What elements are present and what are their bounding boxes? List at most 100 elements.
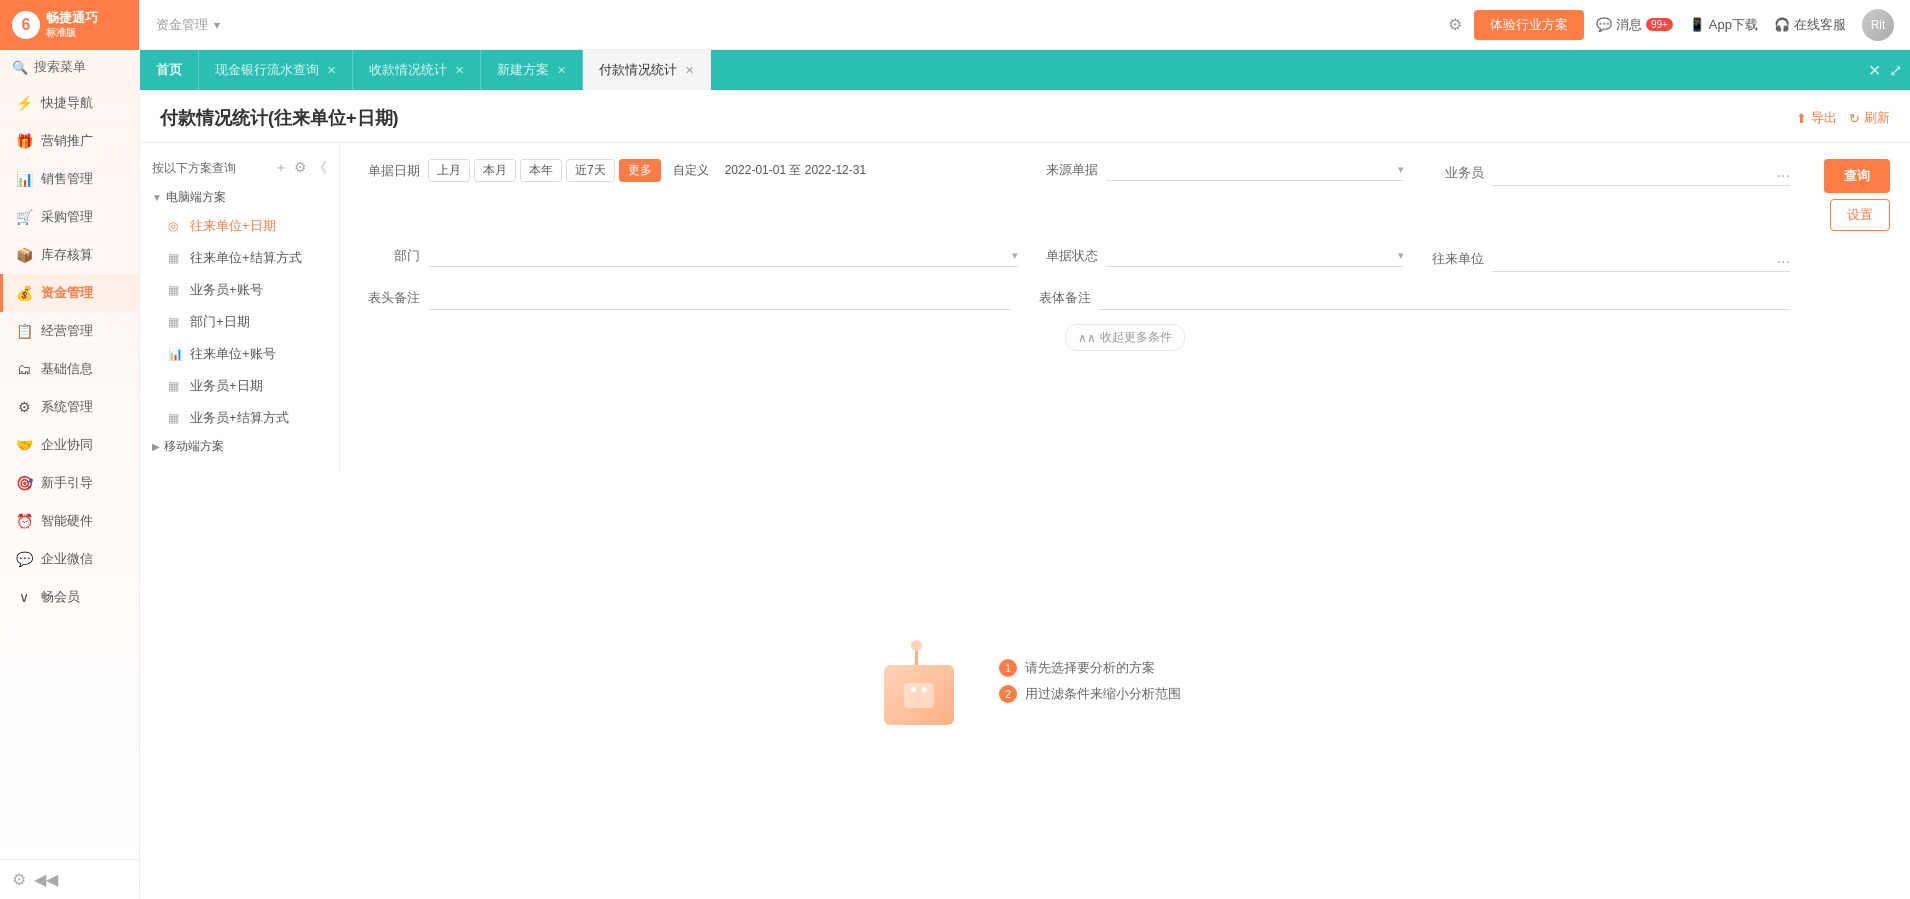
filter-row-2: 部门 ▾ 单据状态 ▾ 往来单位	[360, 245, 1890, 272]
sidebar-item-label: 智能硬件	[41, 512, 93, 530]
weixin-icon: 💬	[15, 551, 33, 567]
doc-status-label: 单据状态	[1038, 247, 1098, 265]
tab-receivable[interactable]: 收款情况统计 ✕	[353, 50, 481, 90]
scheme-item-3[interactable]: ▦ 部门+日期	[140, 306, 339, 338]
export-icon: ⬆	[1796, 111, 1807, 126]
sidebar-item-member[interactable]: ∨ 畅会员	[0, 578, 139, 616]
scheme-item-icon-0: ◎	[168, 219, 184, 233]
empty-hints: 1 请先选择要分析的方案 2 用过滤条件来缩小分析范围	[999, 659, 1181, 711]
sidebar-item-weixin[interactable]: 💬 企业微信	[0, 540, 139, 578]
sidebar-item-label: 企业微信	[41, 550, 93, 568]
sidebar-item-stock[interactable]: 📦 库存核算	[0, 236, 139, 274]
tab-receivable-close-icon[interactable]: ✕	[455, 64, 464, 77]
table-header-note-input[interactable]	[428, 286, 1011, 310]
online-service-btn[interactable]: 🎧 在线客服	[1774, 16, 1846, 34]
refresh-btn[interactable]: ↻ 刷新	[1849, 109, 1890, 127]
tab-close-btn[interactable]: ✕	[1868, 61, 1881, 80]
sidebar-item-sales[interactable]: 📊 销售管理	[0, 160, 139, 198]
salesperson-select[interactable]: ...	[1492, 159, 1790, 186]
search-menu[interactable]: 🔍 搜索菜单	[0, 50, 139, 84]
tab-payment-label: 付款情况统计	[599, 61, 677, 79]
scheme-item-2[interactable]: ▦ 业务员+账号	[140, 274, 339, 306]
date-btn-custom[interactable]: 自定义	[665, 160, 717, 181]
scheme-item-4[interactable]: 📊 往来单位+账号	[140, 338, 339, 370]
sidebar-item-guide[interactable]: 🎯 新手引导	[0, 464, 139, 502]
sidebar-item-quick-nav[interactable]: ⚡ 快捷导航	[0, 84, 139, 122]
sidebar-item-hardware[interactable]: ⏰ 智能硬件	[0, 502, 139, 540]
tab-new-scheme-close-icon[interactable]: ✕	[557, 64, 566, 77]
collapse-more-btn[interactable]: ∧∧ 收起更多条件	[1065, 324, 1185, 351]
sidebar-item-basic[interactable]: 🗂 基础信息	[0, 350, 139, 388]
source-select[interactable]: ▾	[1106, 159, 1404, 181]
scheme-item-0[interactable]: ◎ 往来单位+日期	[140, 210, 339, 242]
sidebar-bottom: ⚙ ◀◀	[0, 859, 139, 899]
avatar[interactable]: Rit	[1862, 9, 1894, 41]
logo-name: 畅捷通巧	[46, 10, 98, 26]
trial-industry-btn[interactable]: 体验行业方案	[1474, 10, 1584, 40]
sidebar-item-marketing[interactable]: 🎁 营销推广	[0, 122, 139, 160]
doc-status-dropdown-icon: ▾	[1398, 249, 1404, 262]
dept-dropdown-icon: ▾	[1012, 249, 1018, 262]
messages-btn[interactable]: 💬 消息 99+	[1596, 16, 1673, 34]
sidebar-settings-btn[interactable]: ⚙	[12, 870, 26, 889]
tab-maximize-btn[interactable]: ⤢	[1889, 61, 1902, 80]
date-label: 单据日期	[360, 162, 420, 180]
topbar: 资金管理 ▾ ⚙ 体验行业方案 💬 消息 99+ 📱 App下载 🎧 在线客服 …	[140, 0, 1910, 50]
doc-status-select[interactable]: ▾	[1106, 245, 1404, 267]
sidebar-item-enterprise[interactable]: 🤝 企业协同	[0, 426, 139, 464]
topbar-gear-icon[interactable]: ⚙	[1448, 15, 1462, 34]
filter-row-3: 表头备注 表体备注	[360, 286, 1890, 310]
scheme-item-icon-5: ▦	[168, 379, 184, 393]
scheme-item-6[interactable]: ▦ 业务员+结算方式	[140, 402, 339, 434]
export-btn[interactable]: ⬆ 导出	[1796, 109, 1837, 127]
empty-hint-2: 2 用过滤条件来缩小分析范围	[999, 685, 1181, 703]
tab-bank[interactable]: 现金银行流水查询 ✕	[199, 50, 353, 90]
sidebar-item-capital[interactable]: 💰 资金管理	[0, 274, 139, 312]
scheme-collapse-btn[interactable]: 《	[313, 159, 327, 177]
member-icon: ∨	[15, 589, 33, 605]
salesperson-ellipsis[interactable]: ...	[1777, 163, 1790, 181]
hardware-icon: ⏰	[15, 513, 33, 529]
counterpart-select[interactable]: ...	[1492, 245, 1790, 272]
app-download-btn[interactable]: 📱 App下载	[1689, 16, 1758, 34]
scheme-item-1[interactable]: ▦ 往来单位+结算方式	[140, 242, 339, 274]
sidebar-item-label: 系统管理	[41, 398, 93, 416]
date-btn-this-year[interactable]: 本年	[520, 159, 562, 182]
tab-home[interactable]: 首页	[140, 50, 199, 90]
sidebar-item-label: 采购管理	[41, 208, 93, 226]
tab-new-scheme[interactable]: 新建方案 ✕	[481, 50, 583, 90]
tab-payment-close-icon[interactable]: ✕	[685, 64, 694, 77]
date-btn-7days[interactable]: 近7天	[566, 159, 615, 182]
tab-bank-close-icon[interactable]: ✕	[327, 64, 336, 77]
scheme-group-desktop[interactable]: ▼ 电脑端方案	[140, 185, 339, 210]
sidebar-item-label: 企业协同	[41, 436, 93, 454]
breadcrumb-arrow: ▾	[214, 18, 220, 32]
tab-payment[interactable]: 付款情况统计 ✕	[583, 50, 711, 90]
sidebar-item-system[interactable]: ⚙ 系统管理	[0, 388, 139, 426]
table-body-note-input[interactable]	[1099, 286, 1790, 310]
purchase-icon: 🛒	[15, 209, 33, 225]
sidebar-item-purchase[interactable]: 🛒 采购管理	[0, 198, 139, 236]
scheme-group-mobile[interactable]: ▶ 移动端方案	[140, 434, 339, 459]
quick-nav-icon: ⚡	[15, 95, 33, 111]
scheme-settings-btn[interactable]: ⚙	[294, 159, 307, 177]
date-field: 单据日期 上月 本月 本年 近7天 更多 自定义 2022-01-01 至 20…	[360, 159, 1018, 182]
scheme-item-5[interactable]: ▦ 业务员+日期	[140, 370, 339, 402]
add-scheme-btn[interactable]: ＋	[274, 159, 288, 177]
dept-select[interactable]: ▾	[428, 245, 1018, 267]
collapse-label: 收起更多条件	[1100, 329, 1172, 346]
date-btn-more[interactable]: 更多	[619, 159, 661, 182]
date-btn-this-month[interactable]: 本月	[474, 159, 516, 182]
date-btn-last-month[interactable]: 上月	[428, 159, 470, 182]
sidebar-item-operation[interactable]: 📋 经营管理	[0, 312, 139, 350]
filter-settings-btn[interactable]: 设置	[1830, 199, 1890, 231]
operation-icon: 📋	[15, 323, 33, 339]
sidebar-logo: 6 畅捷通巧 标准版	[0, 0, 139, 50]
sidebar-collapse-btn[interactable]: ◀◀	[34, 870, 58, 889]
query-btn[interactable]: 查询	[1824, 159, 1890, 193]
marketing-icon: 🎁	[15, 133, 33, 149]
tabs-bar: 首页 现金银行流水查询 ✕ 收款情况统计 ✕ 新建方案 ✕ 付款情况统计 ✕ ✕…	[140, 50, 1910, 90]
robot-eyes	[904, 683, 934, 692]
counterpart-ellipsis[interactable]: ...	[1777, 249, 1790, 267]
refresh-label: 刷新	[1864, 109, 1890, 127]
